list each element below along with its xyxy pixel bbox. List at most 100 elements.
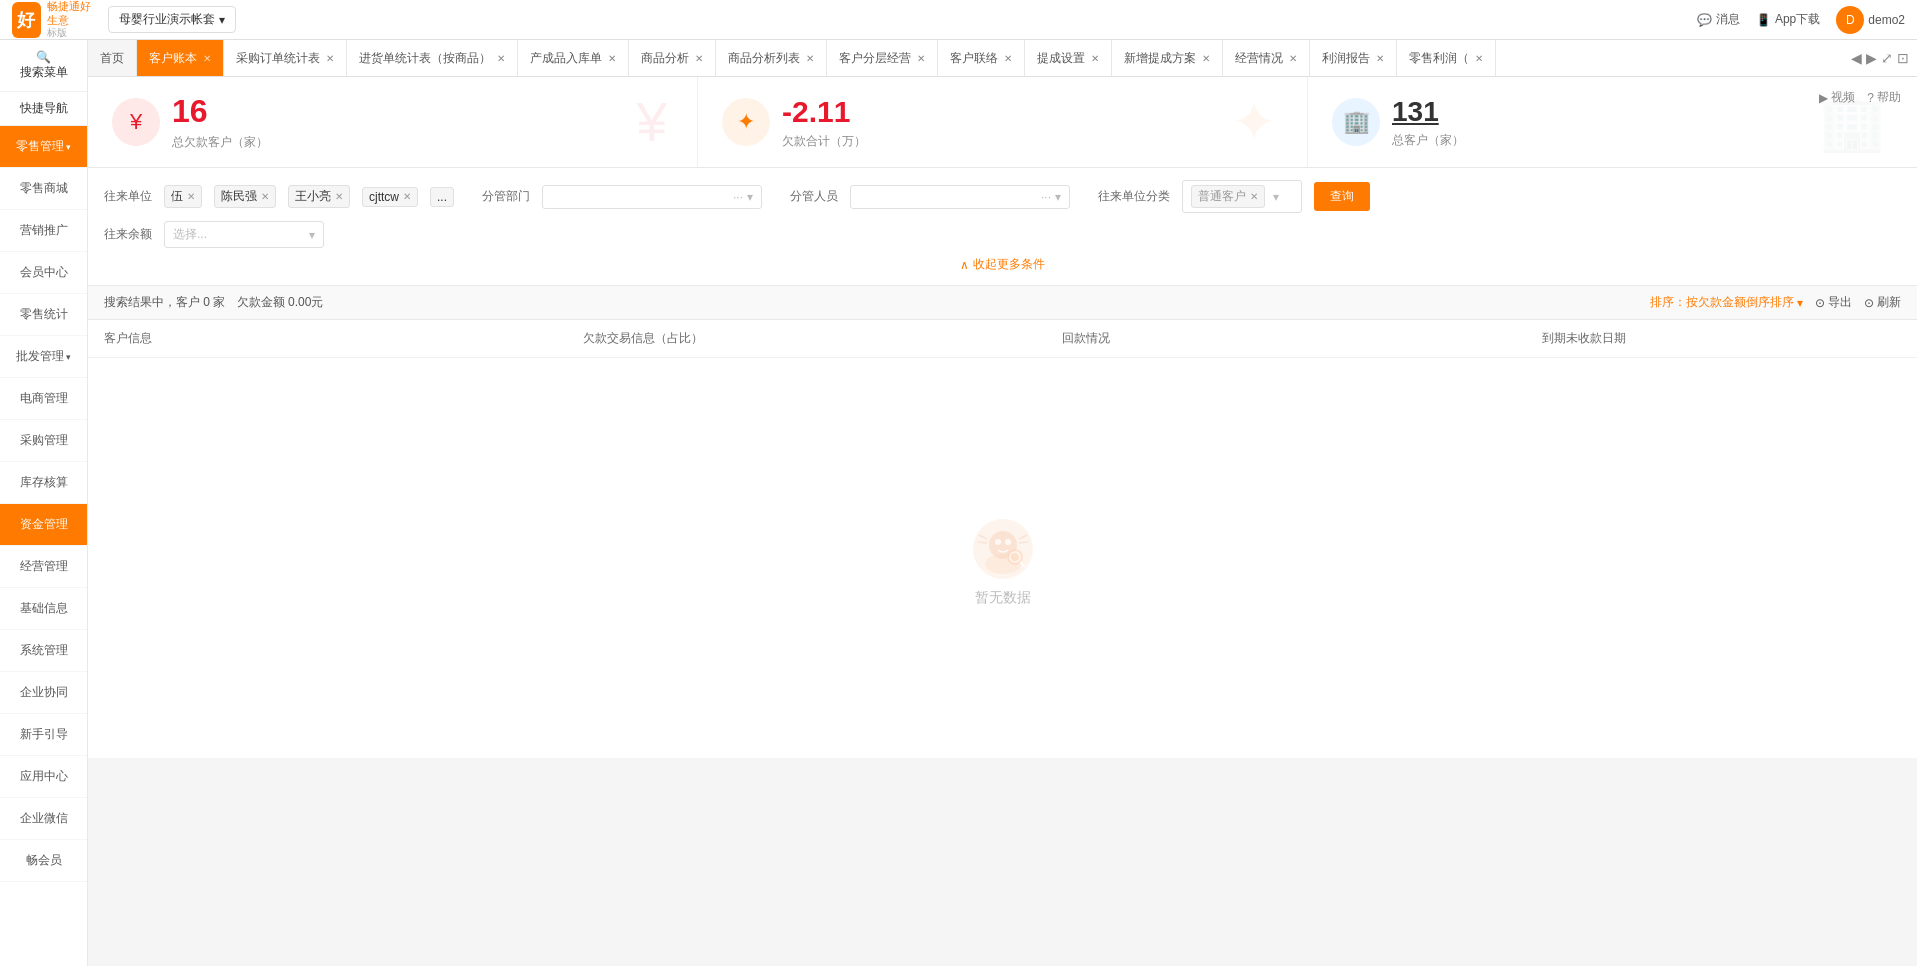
content-area: ¥ 16 总欠款客户（家） ¥ ✦ -2.11 欠: [88, 77, 1917, 966]
help-link[interactable]: ? 帮助: [1867, 89, 1901, 106]
close-tab-product-inbound[interactable]: ✕: [608, 53, 616, 64]
results-info: 搜索结果中，客户 0 家 欠款金额 0.00元: [104, 294, 323, 311]
tag-more[interactable]: ...: [430, 187, 454, 207]
tag-wu[interactable]: 伍 ✕: [164, 185, 202, 208]
chevron-down-icon: ▾: [1273, 190, 1279, 204]
sidebar-item-retail-stats[interactable]: 零售统计: [0, 294, 87, 336]
stats-bar: ¥ 16 总欠款客户（家） ¥ ✦ -2.11 欠: [88, 77, 1917, 168]
close-tab-customer-accounts[interactable]: ✕: [203, 53, 211, 64]
close-tab-retail-profit[interactable]: ✕: [1475, 53, 1483, 64]
svg-point-4: [1005, 539, 1011, 545]
sidebar-item-new-guide[interactable]: 新手引导: [0, 714, 87, 756]
balance-dropdown[interactable]: 选择... ▾: [164, 221, 324, 248]
tab-scroll-right[interactable]: ▶: [1866, 50, 1877, 66]
close-tab-stock-stats[interactable]: ✕: [497, 53, 505, 64]
credit-customers-number: 16: [172, 93, 268, 130]
sidebar-item-ecommerce-mgmt[interactable]: 电商管理: [0, 378, 87, 420]
total-customers-label: 总客户（家）: [1392, 132, 1464, 149]
close-tab-purchase-order-stats[interactable]: ✕: [326, 53, 334, 64]
refresh-icon: ⊙: [1864, 296, 1874, 310]
sidebar-item-ops-mgmt[interactable]: 经营管理: [0, 546, 87, 588]
tab-restore[interactable]: ⊡: [1897, 50, 1909, 66]
close-tab-ops-situation[interactable]: ✕: [1289, 53, 1297, 64]
unit-class-dropdown[interactable]: 普通客户 ✕ ▾: [1182, 180, 1302, 213]
remove-tag-wu[interactable]: ✕: [187, 191, 195, 202]
tab-product-analysis[interactable]: 商品分析 ✕: [629, 40, 716, 76]
sidebar-item-inventory[interactable]: 库存核算: [0, 462, 87, 504]
tab-product-inbound[interactable]: 产成品入库单 ✕: [518, 40, 629, 76]
collapse-filters-button[interactable]: ∧ 收起更多条件: [960, 256, 1045, 273]
tab-home[interactable]: 首页: [88, 40, 137, 76]
tab-stock-stats[interactable]: 进货单统计表（按商品） ✕: [347, 40, 518, 76]
tab-maximize[interactable]: ⤢: [1881, 50, 1893, 66]
total-customers-icon: 🏢: [1332, 98, 1380, 146]
tag-wang[interactable]: 王小亮 ✕: [288, 185, 350, 208]
close-tab-product-analysis-list[interactable]: ✕: [806, 53, 814, 64]
sidebar-item-app-center[interactable]: 应用中心: [0, 756, 87, 798]
tag-cjttcw[interactable]: cjttcw ✕: [362, 187, 418, 207]
dept-dropdown[interactable]: ··· ▾: [542, 185, 762, 209]
sidebar-item-retail-mall[interactable]: 零售商城: [0, 168, 87, 210]
tab-profit-report[interactable]: 利润报告 ✕: [1310, 40, 1397, 76]
sidebar-item-wholesale-mgmt[interactable]: 批发管理 ▾: [0, 336, 87, 378]
remove-tag-wang[interactable]: ✕: [335, 191, 343, 202]
credit-amount-label: 欠款合计（万）: [782, 133, 866, 150]
sidebar-quick-nav[interactable]: 快捷导航: [0, 92, 87, 126]
person-filter-label: 分管人员: [790, 188, 838, 205]
tab-customer-contact[interactable]: 客户联络 ✕: [938, 40, 1025, 76]
message-button[interactable]: 💬 消息: [1697, 11, 1740, 28]
tag-normal-customer[interactable]: 普通客户 ✕: [1191, 185, 1265, 208]
query-button[interactable]: 查询: [1314, 182, 1370, 211]
tab-bar: 首页 客户账本 ✕ 采购订单统计表 ✕ 进货单统计表（按商品） ✕ 产成品入库单…: [88, 40, 1917, 76]
sidebar-item-marketing[interactable]: 营销推广: [0, 210, 87, 252]
app-download-button[interactable]: 📱 App下载: [1756, 11, 1820, 28]
dept-more-icon: ···: [733, 190, 743, 204]
tab-retail-profit[interactable]: 零售利润（ ✕: [1397, 40, 1496, 76]
tab-customer-tier[interactable]: 客户分层经营 ✕: [827, 40, 938, 76]
data-table: 客户信息 欠款交易信息（占比） 回款情况 到期未收款日期: [88, 320, 1917, 758]
person-dropdown[interactable]: ··· ▾: [850, 185, 1070, 209]
close-tab-commission-settings[interactable]: ✕: [1091, 53, 1099, 64]
sort-button[interactable]: 排序：按欠款金额倒序排序 ▾: [1650, 294, 1803, 311]
enterprise-selector[interactable]: 母婴行业演示帐套 ▾: [108, 6, 236, 33]
sidebar-item-member-center[interactable]: 会员中心: [0, 252, 87, 294]
tab-purchase-order-stats[interactable]: 采购订单统计表 ✕: [224, 40, 347, 76]
download-icon: 📱: [1756, 13, 1771, 27]
remove-tag-cjttcw[interactable]: ✕: [403, 191, 411, 202]
sidebar-item-vip-member[interactable]: 畅会员: [0, 840, 87, 882]
dept-filter-label: 分管部门: [482, 188, 530, 205]
tab-product-analysis-list[interactable]: 商品分析列表 ✕: [716, 40, 827, 76]
close-tab-product-analysis[interactable]: ✕: [695, 53, 703, 64]
tab-new-commission-plan[interactable]: 新增提成方案 ✕: [1112, 40, 1223, 76]
chevron-down-icon: ▾: [66, 352, 71, 362]
close-tab-customer-tier[interactable]: ✕: [917, 53, 925, 64]
export-button[interactable]: ⊙ 导出: [1815, 294, 1852, 311]
remove-tag-chen[interactable]: ✕: [261, 191, 269, 202]
col-overdue-date: 到期未收款日期: [1542, 330, 1901, 347]
header-right: 💬 消息 📱 App下载 D demo2: [1697, 6, 1905, 34]
sidebar-item-basic-info[interactable]: 基础信息: [0, 588, 87, 630]
sidebar-item-enterprise-wechat[interactable]: 企业微信: [0, 798, 87, 840]
user-menu[interactable]: D demo2: [1836, 6, 1905, 34]
unit-class-filter-label: 往来单位分类: [1098, 188, 1170, 205]
tab-customer-accounts[interactable]: 客户账本 ✕: [137, 40, 224, 76]
sidebar-item-retail-mgmt[interactable]: 零售管理 ▾: [0, 126, 87, 168]
refresh-button[interactable]: ⊙ 刷新: [1864, 294, 1901, 311]
tag-chen[interactable]: 陈民强 ✕: [214, 185, 276, 208]
tab-scroll-left[interactable]: ◀: [1851, 50, 1862, 66]
close-tab-profit-report[interactable]: ✕: [1376, 53, 1384, 64]
tab-ops-situation[interactable]: 经营情况 ✕: [1223, 40, 1310, 76]
close-tab-new-commission-plan[interactable]: ✕: [1202, 53, 1210, 64]
sidebar-search[interactable]: 🔍 搜索菜单: [0, 40, 87, 92]
sidebar-item-enterprise-collab[interactable]: 企业协同: [0, 672, 87, 714]
filter-row-1: 往来单位 伍 ✕ 陈民强 ✕ 王小亮 ✕ cjttcw: [104, 180, 1901, 213]
remove-tag-normal-customer[interactable]: ✕: [1250, 191, 1258, 202]
chevron-down-icon: ▾: [747, 190, 753, 204]
sidebar: 🔍 搜索菜单 快捷导航 零售管理 ▾ 零售商城 营销推广 会员中心 零售统计 批…: [0, 40, 88, 966]
tab-commission-settings[interactable]: 提成设置 ✕: [1025, 40, 1112, 76]
sidebar-item-sys-mgmt[interactable]: 系统管理: [0, 630, 87, 672]
sidebar-item-purchase-mgmt[interactable]: 采购管理: [0, 420, 87, 462]
sidebar-item-finance-mgmt[interactable]: 资金管理: [0, 504, 87, 546]
video-link[interactable]: ▶ 视频: [1819, 89, 1855, 106]
close-tab-customer-contact[interactable]: ✕: [1004, 53, 1012, 64]
